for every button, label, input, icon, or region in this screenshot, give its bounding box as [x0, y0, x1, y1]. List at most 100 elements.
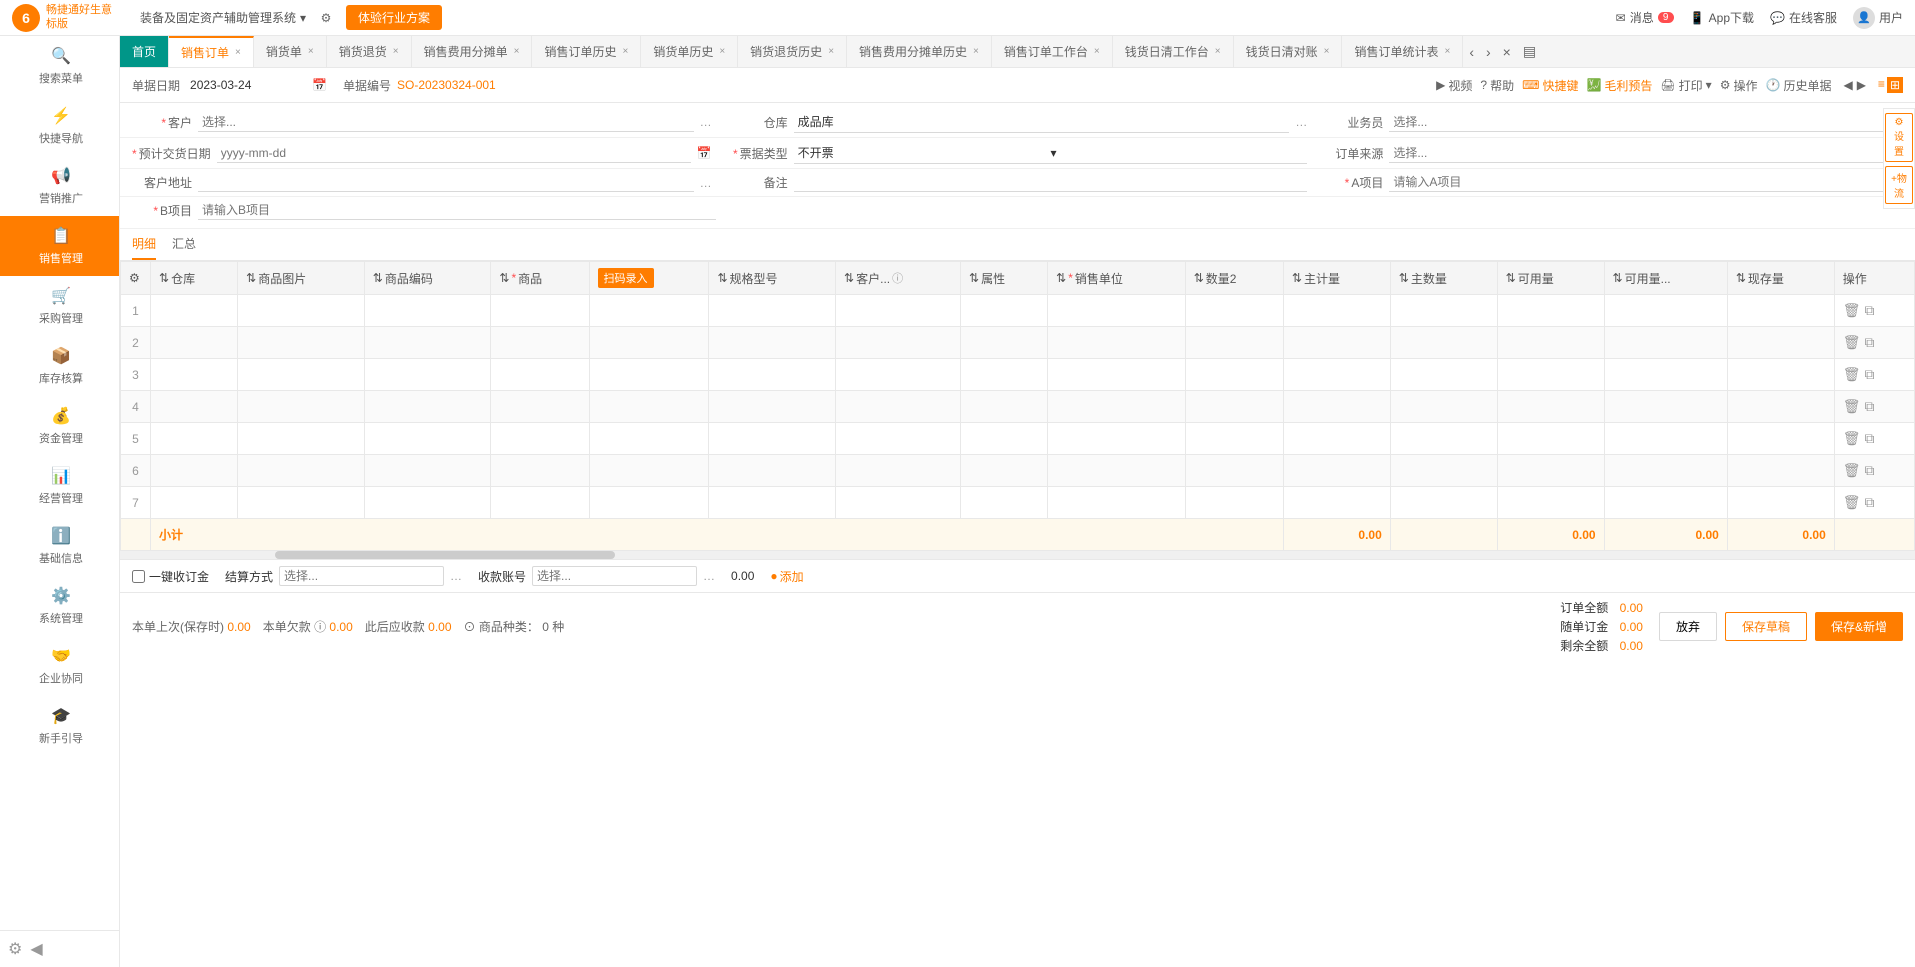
grid-view-icon[interactable]: ⊞ [1887, 77, 1903, 93]
logistics-float-btn[interactable]: +物流 [1885, 166, 1913, 204]
account-input[interactable] [532, 566, 697, 586]
copy-icon[interactable]: ⧉ [1865, 430, 1875, 447]
tab-close-icon[interactable]: × [393, 46, 399, 57]
order-source-input[interactable] [1389, 144, 1885, 163]
delete-icon[interactable]: 🗑 [1843, 430, 1861, 447]
save-draft-button[interactable]: 保存草稿 [1725, 612, 1807, 641]
row-name[interactable] [491, 327, 589, 359]
one-click-order-label[interactable]: 一键收订金 [132, 568, 209, 585]
collapse-icon[interactable]: ◀ [30, 939, 42, 959]
list-view-icon[interactable]: ≡ [1878, 77, 1885, 93]
sidebar-item-quicknav[interactable]: ⚡ 快捷导航 [0, 96, 119, 156]
col-scan[interactable]: 扫码录入 [589, 262, 709, 295]
scan-button[interactable]: 扫码录入 [598, 268, 654, 288]
save-new-button[interactable]: 保存&新增 [1815, 612, 1903, 641]
tab-fee-history[interactable]: 销售费用分摊单历史 × [847, 36, 992, 67]
tab-home[interactable]: 首页 [120, 36, 169, 67]
delete-icon[interactable]: 🗑 [1843, 398, 1861, 415]
delete-icon[interactable]: 🗑 [1843, 334, 1861, 351]
col-sales-unit[interactable]: ⇅*销售单位 [1048, 262, 1186, 295]
tab-return-history[interactable]: 销货退货历史 × [738, 36, 847, 67]
tab-close-icon[interactable]: × [308, 46, 314, 57]
sidebar-item-system[interactable]: ⚙️ 系统管理 [0, 576, 119, 636]
tab-close-icon[interactable]: × [1324, 46, 1330, 57]
delete-icon[interactable]: 🗑 [1843, 494, 1861, 511]
address-input[interactable] [198, 173, 694, 192]
copy-icon[interactable]: ⧉ [1865, 334, 1875, 351]
action-history[interactable]: 🕐 历史单据 [1765, 77, 1831, 94]
tab-sales-order-history[interactable]: 销售订单历史 × [532, 36, 641, 67]
add-payment-button[interactable]: ● 添加 [770, 568, 803, 585]
one-click-order-checkbox[interactable] [132, 570, 145, 583]
col-available2[interactable]: ⇅可用量... [1604, 262, 1727, 295]
sidebar-item-search[interactable]: 🔍 搜索菜单 [0, 36, 119, 96]
tab-sales-return[interactable]: 销货退货 × [327, 36, 412, 67]
tab-close-icon[interactable]: × [1094, 46, 1100, 57]
tab-order-summary[interactable]: 销售订单统计表 × [1342, 36, 1463, 67]
tab-close-icon[interactable]: × [828, 46, 834, 57]
copy-icon[interactable]: ⧉ [1865, 366, 1875, 383]
row-current-stock[interactable] [1727, 295, 1834, 327]
delivery-date-input[interactable] [217, 144, 691, 163]
tab-close-icon[interactable]: × [719, 46, 725, 57]
action-operation[interactable]: ⚙ 操作 [1720, 77, 1758, 94]
online-service-item[interactable]: 💬 在线客服 [1770, 9, 1837, 26]
tab-detail[interactable]: 明细 [132, 229, 156, 260]
row-main-qty[interactable] [1390, 295, 1497, 327]
delete-icon[interactable]: 🗑 [1843, 302, 1861, 319]
col-main-qty[interactable]: ⇅主数量 [1390, 262, 1497, 295]
tab-sales-goods-history[interactable]: 销货单历史 × [641, 36, 738, 67]
row-code[interactable] [364, 327, 491, 359]
settings-bottom-icon[interactable]: ⚙ [8, 939, 22, 959]
sidebar-item-purchase[interactable]: 🛒 采购管理 [0, 276, 119, 336]
sidebar-item-cooperation[interactable]: 🤝 企业协同 [0, 636, 119, 696]
discard-button[interactable]: 放弃 [1659, 612, 1717, 641]
action-print[interactable]: 🖨 打印 ▾ [1660, 77, 1711, 94]
tab-close-icon[interactable]: × [1444, 46, 1450, 57]
sidebar-item-basic[interactable]: ℹ️ 基础信息 [0, 516, 119, 576]
tab-order-workbench[interactable]: 销售订单工作台 × [992, 36, 1113, 67]
row-warehouse[interactable] [151, 327, 238, 359]
col-current-stock[interactable]: ⇅现存量 [1727, 262, 1834, 295]
tab-prev-btn[interactable]: ‹ [1463, 36, 1480, 67]
col-available[interactable]: ⇅可用量 [1497, 262, 1604, 295]
tab-sales-order[interactable]: 销售订单 × [169, 36, 254, 67]
tab-close-all-btn[interactable]: × [1497, 36, 1517, 67]
salesperson-input[interactable] [1389, 113, 1885, 132]
row-qty2[interactable] [1185, 295, 1283, 327]
message-item[interactable]: ✉ 消息 9 [1616, 9, 1674, 26]
sidebar-item-inventory[interactable]: 📦 库存核算 [0, 336, 119, 396]
col-name[interactable]: ⇅*商品 [491, 262, 589, 295]
col-attr[interactable]: ⇅属性 [961, 262, 1048, 295]
row-attr[interactable] [961, 295, 1048, 327]
sidebar-item-guide[interactable]: 🎓 新手引导 [0, 696, 119, 756]
action-shortcut[interactable]: ⌨ 快捷键 [1522, 77, 1578, 94]
row-available[interactable] [1497, 295, 1604, 327]
col-warehouse[interactable]: ⇅仓库 [151, 262, 238, 295]
payment-method-input[interactable] [279, 566, 444, 586]
col-code[interactable]: ⇅商品编码 [364, 262, 491, 295]
sidebar-item-sales[interactable]: 📋 销售管理 [0, 216, 119, 276]
tab-close-icon[interactable]: × [1215, 46, 1221, 57]
tab-sales-goods[interactable]: 销货单 × [254, 36, 327, 67]
row-warehouse[interactable] [151, 295, 238, 327]
tab-sales-fee[interactable]: 销售费用分摊单 × [412, 36, 533, 67]
col-image[interactable]: ⇅商品图片 [238, 262, 365, 295]
copy-icon[interactable]: ⧉ [1865, 302, 1875, 319]
row-main-unit[interactable] [1283, 295, 1390, 327]
tab-close-icon[interactable]: × [235, 47, 241, 58]
next-record-icon[interactable]: ▶ [1857, 78, 1866, 92]
customer-input[interactable] [198, 113, 694, 132]
col-main-unit[interactable]: ⇅主计量 [1283, 262, 1390, 295]
dropdown-arrow-icon[interactable]: ▾ [300, 11, 306, 25]
app-download-item[interactable]: 📱 App下载 [1690, 9, 1754, 26]
col-settings[interactable]: ⚙ [121, 262, 151, 295]
tab-next-btn[interactable]: › [1480, 36, 1497, 67]
tab-close-icon[interactable]: × [973, 46, 979, 57]
col-customer-code[interactable]: ⇅客户...ⓘ [836, 262, 961, 295]
row-available2[interactable] [1604, 295, 1727, 327]
scroll-thumb[interactable] [275, 551, 615, 559]
date-value[interactable]: 2023-03-24 [186, 76, 306, 94]
copy-icon[interactable]: ⧉ [1865, 494, 1875, 511]
tab-summary[interactable]: 汇总 [172, 229, 196, 260]
